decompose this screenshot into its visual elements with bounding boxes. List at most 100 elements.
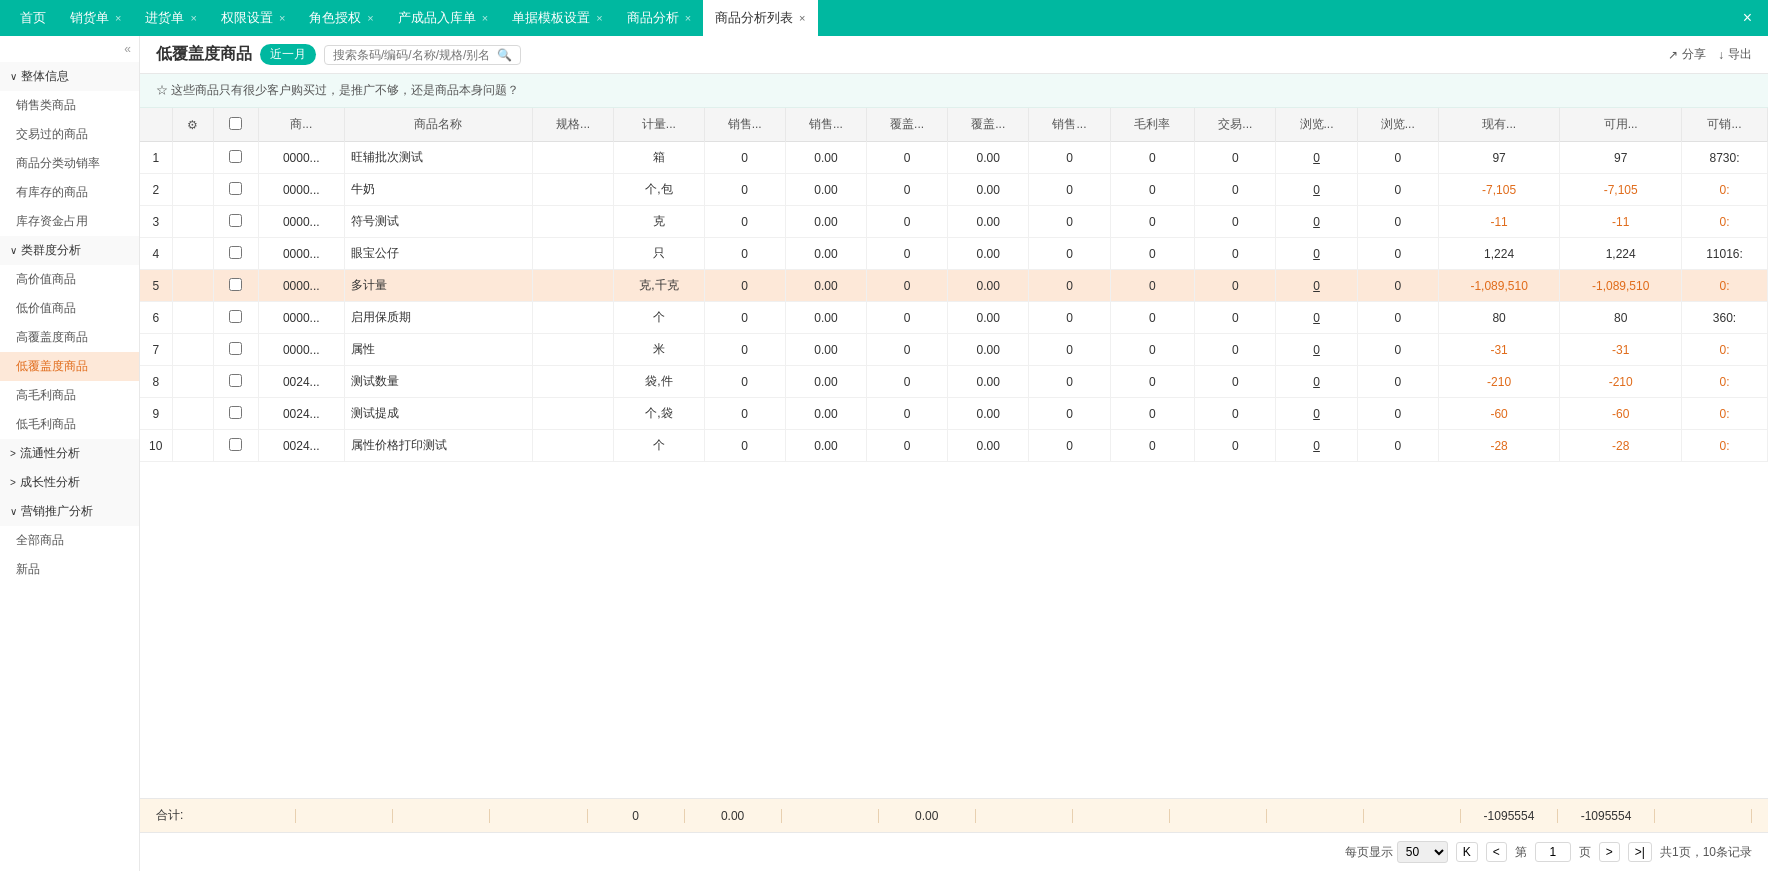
cell-browse1[interactable]: 0	[1276, 174, 1357, 206]
nav-role-close[interactable]: ×	[367, 12, 373, 24]
sidebar-section-overall[interactable]: ∨ 整体信息	[0, 62, 139, 91]
sidebar-item-low-margin[interactable]: 低毛利商品	[0, 410, 139, 439]
export-button[interactable]: ↓ 导出	[1718, 46, 1752, 63]
sidebar-item-high-coverage[interactable]: 高覆盖度商品	[0, 323, 139, 352]
search-input[interactable]	[333, 48, 493, 62]
cell-checkbox[interactable]	[213, 302, 258, 334]
row-checkbox[interactable]	[229, 310, 242, 323]
cell-browse1[interactable]: 0	[1276, 302, 1357, 334]
nav-product-analysis-close[interactable]: ×	[685, 12, 691, 24]
prev-page-button[interactable]: <	[1486, 842, 1507, 862]
col-sales-qty[interactable]: 销售...	[704, 108, 785, 142]
cell-checkbox[interactable]	[213, 270, 258, 302]
nav-purchase-order-close[interactable]: ×	[190, 12, 196, 24]
nav-home[interactable]: 首页	[8, 0, 58, 36]
first-page-button[interactable]: K	[1456, 842, 1478, 862]
sidebar-collapse-button[interactable]: «	[0, 36, 139, 62]
row-checkbox[interactable]	[229, 182, 242, 195]
cell-checkbox[interactable]	[213, 174, 258, 206]
sidebar-item-high-margin[interactable]: 高毛利商品	[0, 381, 139, 410]
row-checkbox[interactable]	[229, 374, 242, 387]
nav-product-list-close[interactable]: ×	[799, 12, 805, 24]
sidebar-item-new-products[interactable]: 新品	[0, 555, 139, 584]
data-table-wrapper[interactable]: ⚙ 商... 商品名称 规格... 计量... 销售... 销售... 覆盖..…	[140, 108, 1768, 798]
col-name[interactable]: 商品名称	[344, 108, 532, 142]
sidebar-item-all-products[interactable]: 全部商品	[0, 526, 139, 555]
row-checkbox[interactable]	[229, 246, 242, 259]
col-sales-other[interactable]: 销售...	[1029, 108, 1110, 142]
nav-template-settings[interactable]: 单据模板设置 ×	[500, 0, 614, 36]
nav-product-inbound-close[interactable]: ×	[482, 12, 488, 24]
cell-checkbox[interactable]	[213, 334, 258, 366]
cell-browse1[interactable]: 0	[1276, 334, 1357, 366]
col-transaction[interactable]: 交易...	[1195, 108, 1276, 142]
col-sales-amt[interactable]: 销售...	[785, 108, 866, 142]
sidebar-section-growth[interactable]: > 成长性分析	[0, 468, 139, 497]
nav-sales-order[interactable]: 销货单 ×	[58, 0, 133, 36]
row-checkbox[interactable]	[229, 342, 242, 355]
cell-sellable: 11016:	[1681, 238, 1767, 270]
row-checkbox[interactable]	[229, 214, 242, 227]
share-button[interactable]: ↗ 分享	[1668, 46, 1706, 63]
nav-product-analysis-list[interactable]: 商品分析列表 ×	[703, 0, 817, 36]
col-available[interactable]: 可用...	[1560, 108, 1682, 142]
nav-sales-order-close[interactable]: ×	[115, 12, 121, 24]
sidebar-item-low-value[interactable]: 低价值商品	[0, 294, 139, 323]
cell-browse1[interactable]: 0	[1276, 398, 1357, 430]
sidebar-section-marketing[interactable]: ∨ 营销推广分析	[0, 497, 139, 526]
col-settings[interactable]: ⚙	[172, 108, 213, 142]
search-icon[interactable]: 🔍	[497, 48, 512, 62]
sidebar-section-cluster[interactable]: ∨ 类群度分析	[0, 236, 139, 265]
cell-checkbox[interactable]	[213, 366, 258, 398]
last-page-button[interactable]: >|	[1628, 842, 1652, 862]
cell-browse1[interactable]: 0	[1276, 142, 1357, 174]
sidebar-item-stock-capital[interactable]: 库存资金占用	[0, 207, 139, 236]
col-coverage2[interactable]: 覆盖...	[948, 108, 1029, 142]
window-close[interactable]: ×	[1735, 9, 1760, 27]
cell-browse1[interactable]: 0	[1276, 430, 1357, 462]
nav-product-analysis[interactable]: 商品分析 ×	[615, 0, 703, 36]
nav-product-inbound[interactable]: 产成品入库单 ×	[386, 0, 500, 36]
col-sellable[interactable]: 可销...	[1681, 108, 1767, 142]
next-page-button[interactable]: >	[1599, 842, 1620, 862]
col-coverage1[interactable]: 覆盖...	[866, 108, 947, 142]
sidebar-item-in-stock[interactable]: 有库存的商品	[0, 178, 139, 207]
cell-checkbox[interactable]	[213, 206, 258, 238]
row-checkbox[interactable]	[229, 406, 242, 419]
sidebar-section-flow[interactable]: > 流通性分析	[0, 439, 139, 468]
cell-checkbox[interactable]	[213, 430, 258, 462]
sidebar-item-high-value[interactable]: 高价值商品	[0, 265, 139, 294]
nav-role-auth[interactable]: 角色授权 ×	[297, 0, 385, 36]
col-browse1[interactable]: 浏览...	[1276, 108, 1357, 142]
col-gross-rate[interactable]: 毛利率	[1110, 108, 1195, 142]
row-checkbox[interactable]	[229, 150, 242, 163]
cell-checkbox[interactable]	[213, 398, 258, 430]
sidebar-item-category-sales-rate[interactable]: 商品分类动销率	[0, 149, 139, 178]
select-all-checkbox[interactable]	[229, 117, 242, 130]
sidebar-item-low-coverage[interactable]: 低覆盖度商品	[0, 352, 139, 381]
per-page-select[interactable]: 20 50 100 200	[1397, 841, 1448, 863]
cell-checkbox[interactable]	[213, 142, 258, 174]
table-row: 2 0000... 牛奶 个,包 0 0.00 0 0.00 0 0 0 0 0…	[140, 174, 1768, 206]
col-browse2[interactable]: 浏览...	[1357, 108, 1438, 142]
col-current[interactable]: 现有...	[1438, 108, 1560, 142]
nav-purchase-order[interactable]: 进货单 ×	[133, 0, 208, 36]
col-unit[interactable]: 计量...	[614, 108, 704, 142]
nav-permission-close[interactable]: ×	[279, 12, 285, 24]
cell-browse1[interactable]: 0	[1276, 238, 1357, 270]
col-checkbox[interactable]	[213, 108, 258, 142]
nav-permission-settings[interactable]: 权限设置 ×	[209, 0, 297, 36]
col-spec[interactable]: 规格...	[532, 108, 613, 142]
sidebar-item-traded-products[interactable]: 交易过的商品	[0, 120, 139, 149]
nav-template-close[interactable]: ×	[596, 12, 602, 24]
page-input[interactable]	[1535, 842, 1571, 862]
cell-browse1[interactable]: 0	[1276, 270, 1357, 302]
cell-browse1[interactable]: 0	[1276, 366, 1357, 398]
row-checkbox[interactable]	[229, 438, 242, 451]
sidebar-item-sales-products[interactable]: 销售类商品	[0, 91, 139, 120]
cell-checkbox[interactable]	[213, 238, 258, 270]
col-code[interactable]: 商...	[258, 108, 344, 142]
cell-browse1[interactable]: 0	[1276, 206, 1357, 238]
time-filter-button[interactable]: 近一月	[260, 44, 316, 65]
row-checkbox[interactable]	[229, 278, 242, 291]
